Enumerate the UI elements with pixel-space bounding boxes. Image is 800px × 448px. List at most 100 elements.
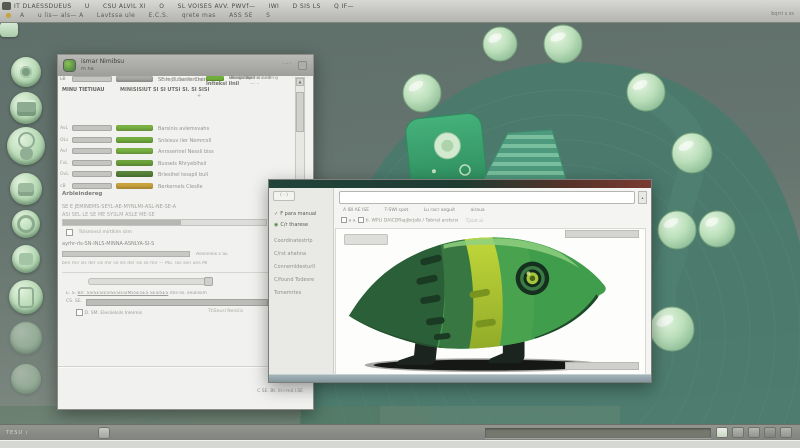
tray-updates-icon[interactable] [748, 427, 760, 438]
dock-app-dim-icon[interactable] [11, 364, 41, 394]
checkbox[interactable] [76, 309, 83, 316]
dock-app-mini-icon[interactable] [0, 22, 18, 37]
canvas-tool-button[interactable] [344, 234, 388, 245]
list-row[interactable]: E. S. Brr. SSISESIESISESIESIMESESES SESI… [66, 291, 207, 296]
dock-app-faded-icon[interactable] [10, 322, 42, 354]
menu-item[interactable]: T-SWI spot [385, 208, 409, 213]
row-progress-bar [116, 125, 153, 131]
menu-item[interactable]: U [85, 3, 90, 10]
slider-knob[interactable] [204, 277, 213, 286]
dock-app-ring-icon[interactable] [12, 210, 40, 238]
menu-item[interactable]: Lu racr aeguit [424, 208, 455, 213]
close-button[interactable] [298, 61, 307, 70]
menu-item[interactable]: ASS SE [229, 12, 253, 19]
sidebar-toggle-button[interactable]: ( · ) [273, 191, 295, 201]
menubar-logo-icon[interactable] [2, 2, 11, 10]
menubar-row-2: A u lis— als— A Lavtssa ule E.C.S. qrete… [20, 12, 281, 19]
menu-item[interactable]: A [20, 12, 25, 19]
checkbox[interactable] [66, 229, 73, 236]
sidebar-pinned-item[interactable]: ✓ F para manual [274, 211, 316, 217]
control-text[interactable]: WPLI DAICDRapJbrJalb / Tabrial arstsrsi [371, 219, 458, 224]
list-row[interactable]: D. SM. Eleslielsils Inleimis [76, 309, 142, 316]
gecko-illustration [348, 237, 606, 373]
progress-bar [62, 219, 267, 226]
package-row[interactable]: FvL Bussels Rhryeblhsil [58, 159, 298, 168]
titlebar-extra-text: · – · [282, 61, 291, 67]
menu-item[interactable]: qrete mas [182, 12, 216, 19]
viewer-body: ( · ) ✓ F para manual ◉ C/r tharese Coordi… [269, 188, 651, 382]
row-progress-bar [116, 171, 153, 177]
viewer-titlebar[interactable] [269, 180, 651, 188]
sidebar-item[interactable]: C/found Todesre [274, 277, 314, 283]
row-link[interactable]: Brr. SSISESIESISESIESIMESESES SESISES [77, 291, 168, 296]
menu-item[interactable]: SL VOISES AVV. PWVf— [178, 3, 256, 10]
desktop: IT DLAESSDUEUS U CSU ALVIL XI O SL VOISE… [0, 0, 800, 448]
package-row[interactable]: cB Berkernels Cleslle [58, 182, 298, 191]
row-progress-bar [116, 148, 153, 154]
row-glyph: cB [60, 183, 66, 189]
emphasis-line: ayrhr-rls-SN-INLS-MlNNA-ASNLYA-SI-S [62, 241, 155, 247]
scroll-up-icon[interactable]: ▴ [638, 191, 647, 204]
taskbar-window-slot[interactable] [485, 428, 711, 438]
sidebar-item[interactable]: Connemldesturll [274, 264, 315, 270]
package-row[interactable]: OvL Brlesihel tesspil bull [58, 171, 298, 179]
selected-row-bar[interactable] [86, 299, 268, 306]
sidebar-item[interactable]: Tsmemrtes [274, 290, 301, 296]
expand-arrow-icon[interactable]: + [197, 93, 201, 99]
side-panel-row[interactable]: ler sg illlle [206, 76, 252, 83]
menu-item[interactable]: Q IF— [334, 3, 354, 10]
row-text: Snlsisuv iler Nemrcsll [158, 137, 212, 144]
menu-item[interactable]: airaua [470, 208, 484, 213]
option-row[interactable]: Tsilsmiesil mirtlklm silm [66, 229, 132, 236]
menu-item[interactable]: u lis— als— A [38, 12, 84, 19]
top-menubar: IT DLAESSDUEUS U CSU ALVIL XI O SL VOISE… [0, 0, 800, 23]
row-progress-bar [116, 159, 153, 166]
menu-item[interactable]: S [266, 12, 270, 19]
scrollbar-thumb[interactable] [296, 92, 304, 132]
wallpaper-trail [635, 82, 707, 345]
checkbox[interactable] [341, 217, 347, 223]
menu-item[interactable]: E.C.S. [149, 12, 169, 19]
sidebar-item[interactable]: C/rst ahahna [274, 251, 306, 257]
gecko-eye [515, 261, 550, 296]
package-row[interactable]: AvL Barsinis avlemsvahs [58, 125, 298, 133]
menu-item[interactable]: CSU ALVIL XI [103, 3, 146, 10]
image-viewer-window: ( · ) ✓ F para manual ◉ C/r tharese Coordi… [268, 179, 652, 383]
viewer-sidebar: ( · ) ✓ F para manual ◉ C/r tharese Coordi… [269, 188, 334, 382]
row-suffix: mls-lis. ileullisim [169, 291, 207, 296]
dock-app-plant-icon[interactable] [11, 57, 41, 87]
column-header-2: MINISISIUT SI SI UTSI SI. SI SISI [120, 87, 210, 93]
address-bar-input[interactable] [339, 191, 635, 204]
dock-app-drawer-icon[interactable] [10, 92, 42, 124]
tray-clipboard-icon[interactable] [764, 427, 776, 438]
menu-item[interactable]: IWI [269, 3, 280, 10]
canvas-bottom-scroll-button[interactable] [565, 362, 639, 370]
package-row[interactable]: AvI Anrsserinel Nessli biss [58, 148, 298, 156]
menu-item[interactable]: Lavtssa ule [97, 12, 135, 19]
menu-item[interactable]: D SIS LS [293, 3, 321, 10]
slider-track[interactable] [88, 277, 213, 286]
canvas-top-scroll-button[interactable] [565, 230, 639, 238]
dock-app-profiles-icon[interactable] [7, 127, 45, 165]
menu-item[interactable]: IT DLAESSDUEUS [14, 3, 72, 10]
sidebar-pinned-item[interactable]: ◉ C/r tharese [274, 222, 308, 228]
image-canvas[interactable] [335, 228, 646, 375]
package-manager-titlebar[interactable]: ismar Nimibsu m na · – · [58, 55, 313, 77]
taskbar-app-icon[interactable] [98, 427, 110, 439]
row-text: Eleslielsils Inleimis [100, 311, 143, 316]
scroll-up-icon[interactable]: ▲ [296, 78, 304, 86]
tray-volume-icon[interactable] [732, 427, 744, 438]
checkbox[interactable] [358, 217, 365, 223]
menu-item[interactable]: O [159, 3, 164, 10]
package-row[interactable]: OLs Snlsisuv iler Nemrcsll [58, 136, 298, 145]
sidebar-item[interactable]: Coordinatestrlp [274, 238, 313, 244]
dock-app-grid-icon[interactable] [10, 173, 42, 205]
tray-network-icon[interactable] [716, 427, 728, 438]
row-secondary-text: TtiSeusl Nelsilis [208, 309, 244, 314]
row-text: Anrsserinel Nessli biss [158, 149, 214, 155]
menu-item[interactable]: A IBI AE ISE [343, 208, 369, 213]
dock-app-document-icon[interactable] [9, 280, 43, 314]
tray-misc-icon[interactable] [780, 427, 792, 438]
dock-app-box-icon[interactable] [12, 245, 40, 273]
row-label-chip [72, 171, 112, 177]
